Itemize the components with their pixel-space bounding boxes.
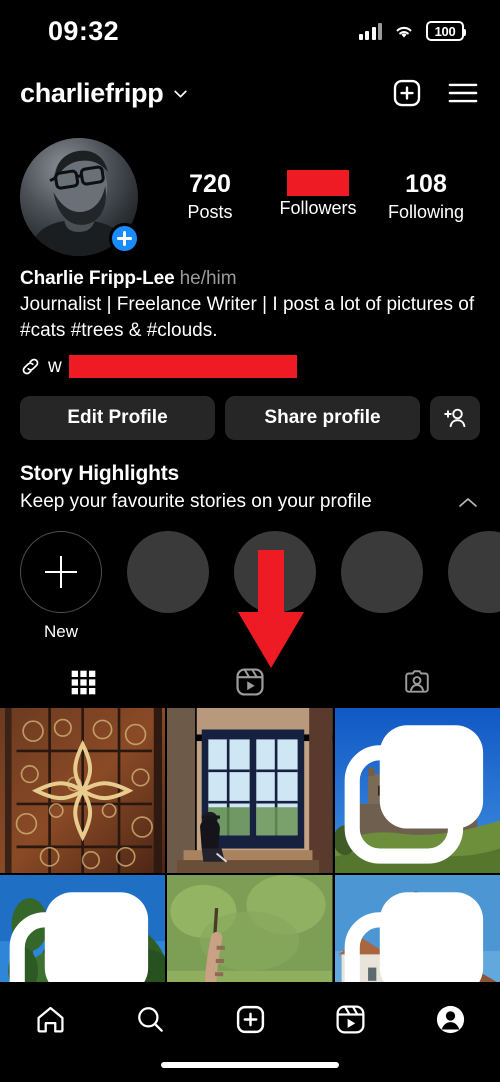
battery-level: 100: [434, 23, 456, 39]
pronouns: he/him: [179, 268, 237, 289]
highlight-new[interactable]: New: [20, 531, 102, 642]
stat-following[interactable]: 108 Following: [387, 170, 465, 224]
chevron-down-icon: [174, 90, 188, 98]
profile-actions: Edit Profile Share profile: [0, 378, 500, 441]
profile-stats: 720 Posts Followers 108 Following: [138, 170, 480, 224]
new-highlight-circle: [20, 531, 102, 614]
highlight-circle: [341, 531, 423, 614]
story-highlights-title: Story Highlights: [20, 462, 179, 486]
grid-icon: [71, 670, 96, 694]
home-indicator: [161, 1062, 339, 1068]
home-icon: [36, 1006, 64, 1033]
add-to-story-button[interactable]: [109, 223, 140, 254]
edit-profile-button[interactable]: Edit Profile: [20, 396, 215, 441]
search-nav[interactable]: [100, 994, 200, 1044]
person-sitting-by-window: [167, 708, 333, 874]
menu-button[interactable]: [448, 81, 478, 105]
followers-count-redacted: [287, 170, 349, 197]
highlight-item[interactable]: [234, 531, 316, 642]
header-actions: [392, 78, 478, 108]
bottom-navigation: [0, 982, 500, 1082]
chevron-up-icon: [459, 498, 477, 508]
reels-tab[interactable]: [167, 656, 334, 708]
reels-icon: [236, 668, 264, 696]
plus-square-icon: [236, 1005, 264, 1033]
ornate-iron-gate-templar-cross: [0, 708, 166, 874]
followers-label: Followers: [279, 198, 357, 219]
carousel-icon: [344, 725, 483, 864]
profile-avatar-icon: [436, 1005, 464, 1033]
following-count: 108: [405, 170, 447, 199]
bio-link[interactable]: w: [20, 355, 480, 379]
account-switcher[interactable]: charliefripp: [20, 78, 189, 109]
link-chain-icon: [22, 359, 39, 375]
highlight-item[interactable]: [448, 531, 500, 642]
avatar[interactable]: [20, 138, 140, 256]
hamburger-menu-icon: [448, 83, 478, 103]
bio-text: Journalist | Freelance Writer | I post a…: [20, 294, 475, 342]
status-bar: 09:32 100: [0, 0, 500, 62]
highlight-item[interactable]: [341, 531, 423, 642]
stat-posts[interactable]: 720 Posts: [171, 170, 249, 224]
profile-nav[interactable]: [400, 994, 500, 1044]
battery-icon: 100: [426, 21, 466, 41]
grid-post[interactable]: [0, 708, 166, 874]
reels-icon: [335, 1004, 365, 1034]
highlight-item[interactable]: [127, 531, 209, 642]
tagged-tab[interactable]: [333, 656, 500, 708]
share-profile-button[interactable]: Share profile: [225, 396, 420, 441]
create-post-button[interactable]: [392, 78, 422, 108]
plus-square-icon: [393, 79, 421, 107]
profile-header: charliefripp: [0, 62, 500, 124]
wifi-icon: [396, 26, 412, 38]
highlight-circle: [127, 531, 209, 614]
highlight-label: New: [43, 622, 78, 642]
home-nav[interactable]: [0, 994, 100, 1044]
highlight-circle: [234, 531, 316, 614]
page-title: charliefripp: [20, 77, 164, 108]
discover-people-button[interactable]: [430, 396, 480, 441]
content-tabs: [0, 656, 500, 708]
posts-count: 720: [189, 170, 231, 199]
link-visible-text: w: [48, 355, 62, 377]
story-highlights-header: Story Highlights Keep your favourite sto…: [0, 440, 500, 515]
profile-bio: Charlie Fripp-Lee he/him Journalist | Fre…: [0, 256, 500, 379]
grid-post[interactable]: [167, 708, 333, 874]
grid-tab[interactable]: [0, 656, 167, 708]
stat-followers[interactable]: Followers: [279, 170, 357, 220]
link-url-redacted: [68, 355, 297, 379]
status-clock: 09:32: [48, 15, 120, 46]
posts-label: Posts: [187, 201, 233, 222]
grid-post[interactable]: [334, 708, 500, 874]
search-icon: [137, 1006, 163, 1032]
cellular-signal-icon: [358, 22, 382, 40]
story-highlights-list: New: [0, 515, 500, 642]
bio-name-row: Charlie Fripp-Lee he/him: [20, 268, 480, 290]
status-indicators: 100: [358, 21, 466, 41]
tagged-person-icon: [404, 670, 429, 693]
collapse-highlights-button[interactable]: [458, 496, 478, 514]
following-label: Following: [387, 201, 465, 222]
instagram-profile-screen: 09:32 100 charliefripp 720 Posts Followe…: [0, 0, 500, 1082]
story-highlights-subtitle: Keep your favourite stories on your prof…: [20, 491, 372, 513]
add-person-icon: [444, 409, 466, 428]
create-nav[interactable]: [200, 994, 300, 1044]
highlight-circle: [448, 531, 500, 614]
full-name: Charlie Fripp-Lee: [20, 268, 175, 289]
profile-summary: 720 Posts Followers 108 Following: [0, 124, 500, 256]
reels-nav[interactable]: [300, 994, 400, 1044]
